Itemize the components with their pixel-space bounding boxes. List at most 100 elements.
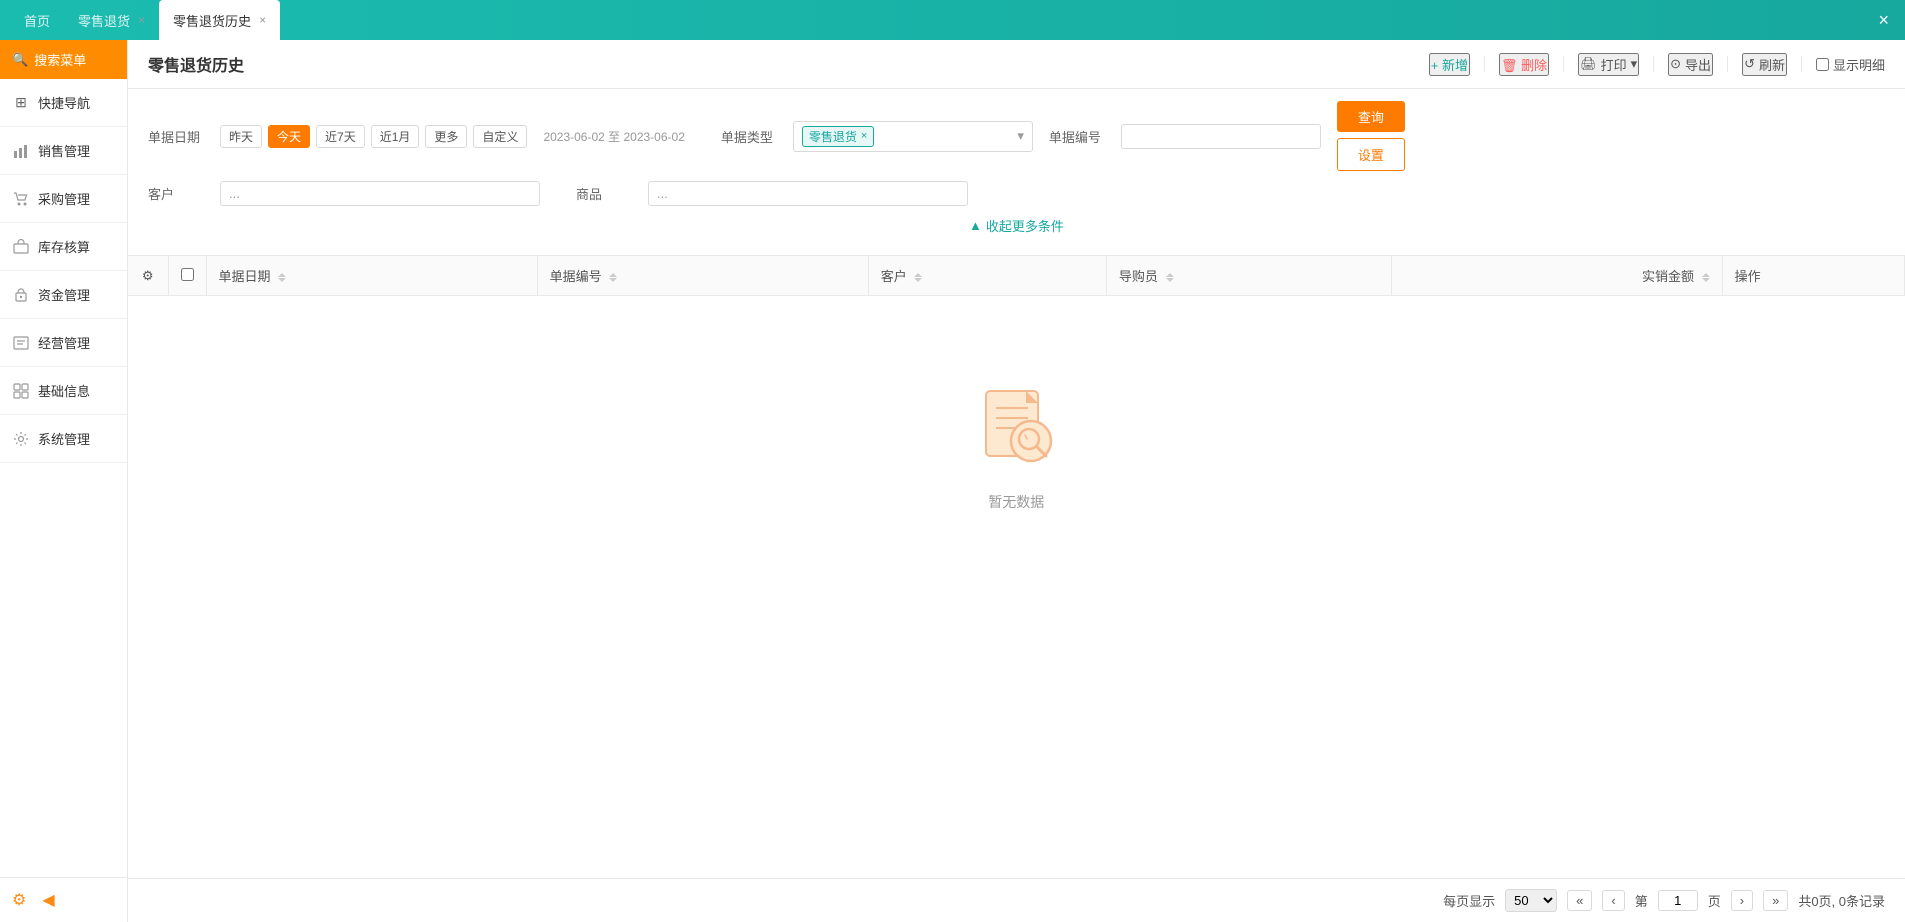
add-button[interactable]: + 新增 — [1429, 53, 1470, 76]
th-checkbox[interactable] — [168, 256, 206, 296]
refresh-button[interactable]: ↺ 刷新 — [1742, 53, 1787, 76]
search-menu-button[interactable]: 🔍 搜索菜单 — [0, 40, 127, 79]
top-bar: 首页 零售退货 × 零售退货历史 × × — [0, 0, 1905, 40]
search-icon: 🔍 — [12, 52, 28, 68]
sidebar-item-system[interactable]: 系统管理 — [0, 415, 127, 463]
sidebar-item-label-inventory: 库存核算 — [38, 237, 90, 256]
tab-retail-return-close[interactable]: × — [138, 13, 145, 27]
window-close-button[interactable]: × — [1878, 10, 1905, 31]
sidebar-item-purchase-mgmt[interactable]: 采购管理 — [0, 175, 127, 223]
nav-next-button[interactable]: › — [1731, 890, 1753, 911]
voucher-type-tag: 零售退货 × — [802, 126, 874, 147]
purchase-icon — [12, 190, 30, 208]
data-table-area: ⚙ 单据日期 单据编号 — [128, 256, 1905, 878]
query-set-group: 查询 设置 — [1337, 101, 1405, 171]
date-filter-label: 单据日期 — [148, 127, 204, 146]
tab-retail-return-history-close[interactable]: × — [259, 13, 266, 27]
sidebar-item-quick-nav[interactable]: ⊞ 快捷导航 — [0, 79, 127, 127]
sidebar-item-label-finance: 资金管理 — [38, 285, 90, 304]
th-date[interactable]: 单据日期 — [206, 256, 537, 296]
main-layout: 🔍 搜索菜单 ⊞ 快捷导航 销售管理 采购管理 库存核算 — [0, 40, 1905, 922]
voucher-type-chevron: ▾ — [1017, 128, 1024, 144]
page-label-post: 页 — [1708, 891, 1721, 910]
refresh-icon: ↺ — [1744, 56, 1755, 72]
empty-text: 暂无数据 — [988, 492, 1044, 512]
data-table: ⚙ 单据日期 单据编号 — [128, 256, 1905, 592]
tab-retail-return-history[interactable]: 零售退货历史 × — [159, 0, 280, 40]
refresh-label: 刷新 — [1759, 55, 1785, 74]
collapse-sidebar-icon[interactable]: ◀ — [42, 890, 54, 910]
date-btn-1month[interactable]: 近1月 — [371, 125, 420, 148]
page-title: 零售退货历史 — [148, 52, 244, 76]
tab-retail-return[interactable]: 零售退货 × — [64, 0, 159, 40]
tab-home[interactable]: 首页 — [10, 0, 64, 40]
collapse-icon: ▲ — [969, 218, 982, 233]
empty-state: 暂无数据 — [128, 296, 1905, 592]
date-btn-more[interactable]: 更多 — [425, 125, 467, 148]
inventory-icon — [12, 238, 30, 256]
page-header: 零售退货历史 + 新增 🗑 删除 🖨 打印 ▾ ⊙ 导出 ↺ — [128, 40, 1905, 89]
sidebar: 🔍 搜索菜单 ⊞ 快捷导航 销售管理 采购管理 库存核算 — [0, 40, 128, 922]
sidebar-item-finance[interactable]: 资金管理 — [0, 271, 127, 319]
voucher-no-input[interactable] — [1121, 124, 1321, 149]
voucher-no-label: 单据编号 — [1049, 127, 1105, 146]
date-range-display: 2023-06-02 至 2023-06-02 — [543, 128, 684, 145]
sort-customer-icon — [914, 273, 922, 282]
export-label: 导出 — [1685, 55, 1711, 74]
select-all-checkbox[interactable] — [181, 268, 194, 281]
tab-bar: 首页 零售退货 × 零售退货历史 × — [10, 0, 1878, 40]
date-btn-today[interactable]: 今天 — [268, 125, 310, 148]
sidebar-item-label-system: 系统管理 — [38, 429, 90, 448]
page-size-select[interactable]: 50 100 200 — [1505, 889, 1557, 912]
goods-label: 商品 — [576, 184, 632, 203]
show-detail-label: 显示明细 — [1833, 55, 1885, 74]
sort-date-icon — [278, 273, 286, 282]
th-guide[interactable]: 导购员 — [1106, 256, 1391, 296]
collapse-filter-button[interactable]: ▲ 收起更多条件 — [969, 216, 1064, 235]
show-detail-checkbox[interactable] — [1816, 58, 1829, 71]
settings-bottom-icon[interactable]: ⚙ — [12, 890, 26, 910]
filter-area: 单据日期 昨天 今天 近7天 近1月 更多 自定义 2023-06-02 至 2… — [128, 89, 1905, 256]
sidebar-item-label-operations: 经营管理 — [38, 333, 90, 352]
collapse-label: 收起更多条件 — [986, 216, 1064, 235]
filter-row-2: 客户 ... 商品 ... — [148, 181, 1885, 206]
sort-guide-icon — [1166, 273, 1174, 282]
th-amount[interactable]: 实销金额 — [1391, 256, 1722, 296]
quick-nav-icon: ⊞ — [12, 94, 30, 112]
delete-button[interactable]: 🗑 删除 — [1499, 53, 1549, 76]
main-content: 零售退货历史 + 新增 🗑 删除 🖨 打印 ▾ ⊙ 导出 ↺ — [128, 40, 1905, 922]
sidebar-item-label-quick-nav: 快捷导航 — [38, 93, 90, 112]
export-button[interactable]: ⊙ 导出 — [1668, 53, 1713, 76]
sidebar-item-label-basic-info: 基础信息 — [38, 381, 90, 400]
date-btn-yesterday[interactable]: 昨天 — [220, 125, 262, 148]
divider5 — [1801, 56, 1802, 72]
operations-icon — [12, 334, 30, 352]
voucher-type-select[interactable]: 零售退货 × ▾ — [793, 121, 1033, 152]
sidebar-item-sales-mgmt[interactable]: 销售管理 — [0, 127, 127, 175]
voucher-type-tag-close[interactable]: × — [861, 130, 867, 142]
sidebar-item-basic-info[interactable]: 基础信息 — [0, 367, 127, 415]
sidebar-item-operations[interactable]: 经营管理 — [0, 319, 127, 367]
page-number-input[interactable] — [1658, 890, 1698, 911]
show-detail-checkbox-area[interactable]: 显示明细 — [1816, 55, 1885, 74]
date-btn-7days[interactable]: 近7天 — [316, 125, 365, 148]
print-label: 打印 — [1601, 55, 1627, 74]
set-button[interactable]: 设置 — [1337, 138, 1405, 171]
date-btn-custom[interactable]: 自定义 — [473, 125, 527, 148]
nav-prev-button[interactable]: ‹ — [1602, 890, 1624, 911]
date-filter-group: 昨天 今天 近7天 近1月 更多 自定义 — [220, 125, 527, 148]
nav-first-button[interactable]: « — [1567, 890, 1592, 911]
sidebar-item-inventory[interactable]: 库存核算 — [0, 223, 127, 271]
th-no[interactable]: 单据编号 — [537, 256, 868, 296]
print-button[interactable]: 🖨 打印 ▾ — [1578, 53, 1639, 76]
sidebar-item-label-purchase: 采购管理 — [38, 189, 90, 208]
query-button[interactable]: 查询 — [1337, 101, 1405, 132]
goods-select[interactable]: ... — [648, 181, 968, 206]
nav-last-button[interactable]: » — [1763, 890, 1788, 911]
th-settings[interactable]: ⚙ — [128, 256, 168, 296]
divider4 — [1727, 56, 1728, 72]
column-settings-icon[interactable]: ⚙ — [142, 268, 154, 283]
th-customer[interactable]: 客户 — [868, 256, 1106, 296]
customer-select[interactable]: ... — [220, 181, 540, 206]
th-action: 操作 — [1722, 256, 1904, 296]
